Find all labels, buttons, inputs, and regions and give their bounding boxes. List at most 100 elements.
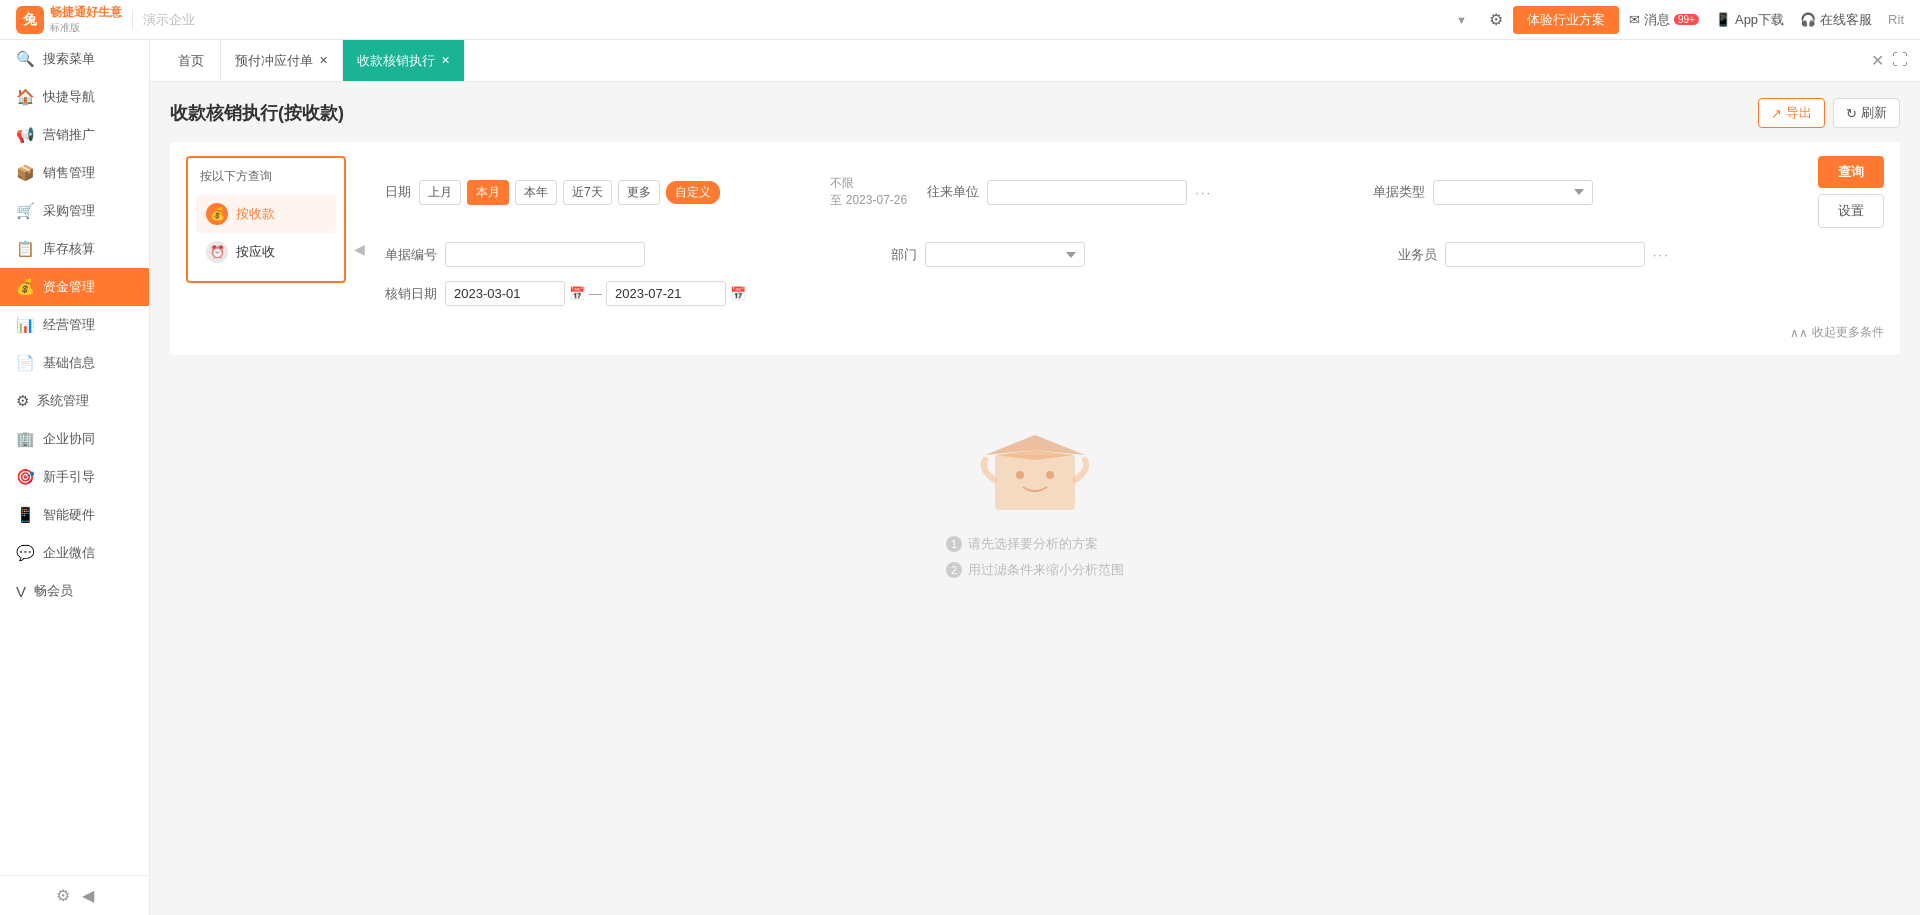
counterpart-dotdot[interactable]: ···: [1195, 185, 1212, 200]
doc-type-select[interactable]: [1433, 180, 1593, 205]
verify-date-range: 📅 — 📅: [445, 281, 746, 306]
sidebar-bottom: ⚙ ◀: [0, 875, 149, 915]
doc-no-field: 单据编号: [385, 242, 871, 267]
online-service-btn[interactable]: 🎧 在线客服: [1800, 11, 1872, 29]
receivable-icon: ⏰: [206, 241, 228, 263]
date-btn-group: 上月 本月 本年 近7天 更多 自定义: [419, 180, 720, 205]
message-btn[interactable]: ✉ 消息 99+: [1629, 11, 1699, 29]
headset-icon: 🎧: [1800, 12, 1816, 27]
filter-row-1: 日期 上月 本月 本年 近7天 更多 自定义 不限: [385, 156, 1884, 228]
refresh-btn[interactable]: ↻ 刷新: [1833, 98, 1900, 128]
topbar-divider: [132, 10, 133, 30]
filter-right: 日期 上月 本月 本年 近7天 更多 自定义 不限: [385, 156, 1884, 341]
date-btn-last-month[interactable]: 上月: [419, 180, 461, 205]
chevron-up-icon: ∧∧: [1790, 326, 1808, 340]
tab-close-all-btn[interactable]: ✕: [1871, 51, 1884, 70]
action-buttons: 查询 设置: [1818, 156, 1884, 228]
sidebar-item-marketing[interactable]: 📢 营销推广: [0, 116, 149, 154]
sidebar-settings-btn[interactable]: ⚙: [56, 886, 70, 905]
company-chevron[interactable]: ▼: [1456, 14, 1467, 26]
counterpart-input[interactable]: [987, 180, 1187, 205]
date-btn-this-month[interactable]: 本月: [467, 180, 509, 205]
dept-label: 部门: [891, 246, 917, 264]
doc-type-label: 单据类型: [1373, 183, 1425, 201]
date-field: 日期 上月 本月 本年 近7天 更多 自定义: [385, 180, 810, 205]
logo-icon: 兔: [16, 6, 44, 34]
salesperson-field: 业务员 ···: [1398, 242, 1884, 267]
salesperson-label: 业务员: [1398, 246, 1437, 264]
message-icon: ✉: [1629, 12, 1640, 27]
date-btn-this-year[interactable]: 本年: [515, 180, 557, 205]
export-icon: ↗: [1771, 106, 1782, 121]
message-badge: 99+: [1674, 14, 1699, 25]
salesperson-input[interactable]: [1445, 242, 1645, 267]
tab-receipt-close[interactable]: ✕: [441, 54, 450, 67]
counterpart-field: 往来单位 ···: [927, 180, 1352, 205]
verify-date-field: 核销日期 📅 — 📅: [385, 281, 1884, 306]
filter-option-by-receivable[interactable]: ⏰ 按应收: [196, 233, 336, 271]
tab-home[interactable]: 首页: [162, 40, 221, 81]
query-btn[interactable]: 查询: [1818, 156, 1884, 188]
sidebar-item-finance[interactable]: 💰 资金管理: [0, 268, 149, 306]
inventory-icon: 📋: [16, 240, 35, 258]
page-actions: ↗ 导出 ↻ 刷新: [1758, 98, 1900, 128]
empty-icon: [975, 415, 1095, 515]
sidebar-item-member[interactable]: V 畅会员: [0, 572, 149, 610]
member-icon: V: [16, 583, 26, 600]
system-icon: ⚙: [16, 392, 29, 410]
sidebar-collapse-btn[interactable]: ◀: [82, 886, 94, 905]
app-download-btn[interactable]: 📱 App下载: [1715, 11, 1784, 29]
tab-receipt[interactable]: 收款核销执行 ✕: [343, 40, 465, 81]
topbar: 兔 畅捷通好生意 标准版 演示企业 ▼ ⚙ 体验行业方案 ✉ 消息 99+ 📱 …: [0, 0, 1920, 40]
sidebar-item-purchase[interactable]: 🛒 采购管理: [0, 192, 149, 230]
content-area: 首页 预付冲应付单 ✕ 收款核销执行 ✕ ✕ ⛶ 收款核销执行(按收款): [150, 40, 1920, 915]
tab-bar: 首页 预付冲应付单 ✕ 收款核销执行 ✕ ✕ ⛶: [150, 40, 1920, 82]
filter-collapse-btn[interactable]: ◀: [346, 156, 373, 341]
cal-end-icon[interactable]: 📅: [730, 286, 746, 301]
dept-select[interactable]: [925, 242, 1085, 267]
export-btn[interactable]: ↗ 导出: [1758, 98, 1825, 128]
home-icon: 🏠: [16, 88, 35, 106]
svg-rect-0: [995, 455, 1075, 510]
tab-prepay[interactable]: 预付冲应付单 ✕: [221, 40, 343, 81]
purchase-icon: 🛒: [16, 202, 35, 220]
sidebar-item-quick-nav[interactable]: 🏠 快捷导航: [0, 78, 149, 116]
collapse-more-btn[interactable]: ∧∧ 收起更多条件: [385, 320, 1884, 341]
refresh-icon: ↻: [1846, 106, 1857, 121]
tip-num-1: 1: [946, 536, 962, 552]
industry-btn[interactable]: 体验行业方案: [1513, 6, 1619, 34]
sidebar-item-inventory[interactable]: 📋 库存核算: [0, 230, 149, 268]
doc-no-input[interactable]: [445, 242, 645, 267]
filter-option-by-receipt[interactable]: 💰 按收款: [196, 195, 336, 233]
tab-prepay-close[interactable]: ✕: [319, 54, 328, 67]
filter-left: 按以下方查询 💰 按收款 ⏰ 按应收: [186, 156, 346, 283]
sidebar-item-guide[interactable]: 🎯 新手引导: [0, 458, 149, 496]
sidebar-item-search-menu[interactable]: 🔍 搜索菜单: [0, 40, 149, 78]
verify-start-input[interactable]: [445, 281, 565, 306]
app-logo: 兔 畅捷通好生意 标准版: [16, 4, 122, 35]
cal-start-icon[interactable]: 📅: [569, 286, 585, 301]
salesperson-dotdot[interactable]: ···: [1653, 247, 1670, 262]
gear-icon[interactable]: ⚙: [1489, 10, 1503, 29]
sidebar-item-hardware[interactable]: 📱 智能硬件: [0, 496, 149, 534]
sidebar-item-sales[interactable]: 📦 销售管理: [0, 154, 149, 192]
sidebar-item-enterprise[interactable]: 🏢 企业协同: [0, 420, 149, 458]
setting-btn[interactable]: 设置: [1818, 194, 1884, 228]
verify-end-input[interactable]: [606, 281, 726, 306]
basic-icon: 📄: [16, 354, 35, 372]
user-name[interactable]: Rit: [1888, 12, 1904, 27]
tip-text-2: 用过滤条件来缩小分析范围: [968, 557, 1124, 583]
date-btn-7days[interactable]: 近7天: [563, 180, 612, 205]
sidebar: 🔍 搜索菜单 🏠 快捷导航 📢 营销推广 📦 销售管理 🛒 采购管理 📋 库存核…: [0, 40, 150, 915]
tab-expand-btn[interactable]: ⛶: [1892, 51, 1908, 70]
sidebar-item-operation[interactable]: 📊 经营管理: [0, 306, 149, 344]
date-btn-more[interactable]: 更多: [618, 180, 660, 205]
tip-text-1: 请先选择要分析的方案: [968, 531, 1098, 557]
date-label: 日期: [385, 183, 411, 201]
sidebar-item-wechat[interactable]: 💬 企业微信: [0, 534, 149, 572]
date-btn-custom[interactable]: 自定义: [666, 181, 720, 204]
date-dash: —: [589, 286, 602, 301]
sidebar-item-system[interactable]: ⚙ 系统管理: [0, 382, 149, 420]
sidebar-item-basic[interactable]: 📄 基础信息: [0, 344, 149, 382]
collapse-left-icon: ◀: [354, 241, 365, 257]
